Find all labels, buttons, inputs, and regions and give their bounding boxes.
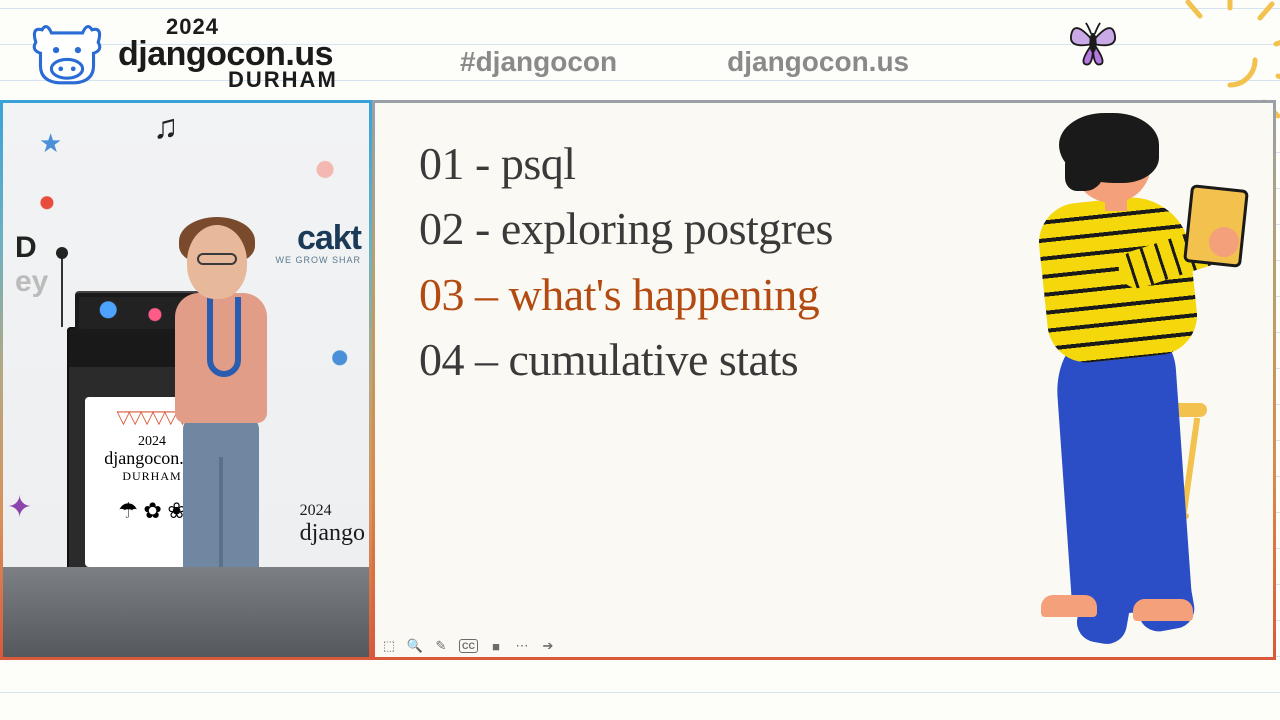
- camera-icon[interactable]: ■: [488, 639, 504, 653]
- more-icon[interactable]: ⋯: [514, 639, 530, 653]
- slide: 01 - psql 02 - exploring postgres 03 – w…: [372, 100, 1276, 660]
- star-icon: ★: [39, 129, 62, 159]
- next-slide-icon[interactable]: ➔: [540, 639, 556, 653]
- microphone-icon: [61, 257, 63, 327]
- bull-icon: [28, 18, 106, 90]
- hashtag: #djangocon: [460, 46, 617, 78]
- sponsor-right-sub: WE GROW SHAR: [276, 255, 362, 265]
- pointer-icon[interactable]: ⬚: [381, 639, 397, 653]
- pen-icon[interactable]: ✎: [433, 639, 449, 653]
- header-tags: #djangocon djangocon.us: [460, 46, 909, 78]
- butterfly-icon: [1066, 14, 1120, 68]
- logo-text: 2024 djangocon.us DURHAM: [118, 17, 338, 91]
- backdrop-logo: 2024 django: [300, 502, 365, 547]
- logo-city: DURHAM: [228, 70, 338, 91]
- speaker-video[interactable]: ★ ♫ Dey cakt WE GROW SHAR ✦ 2024 django …: [0, 100, 372, 660]
- header: 2024 djangocon.us DURHAM #djangocon djan…: [0, 0, 1280, 100]
- woman-with-tablet-illustration: [987, 143, 1247, 623]
- sparkle-icon: ✦: [7, 490, 32, 525]
- captions-button[interactable]: CC: [459, 639, 478, 653]
- site-url: djangocon.us: [727, 46, 909, 78]
- content-row: ★ ♫ Dey cakt WE GROW SHAR ✦ 2024 django …: [0, 100, 1280, 720]
- event-logo: 2024 djangocon.us DURHAM: [28, 17, 338, 91]
- sponsor-left: Dey: [15, 231, 48, 299]
- zoom-icon[interactable]: 🔍: [407, 639, 423, 653]
- stage-floor: [3, 567, 369, 657]
- slide-toolbar: ⬚ 🔍 ✎ CC ■ ⋯ ➔: [381, 639, 556, 653]
- sponsor-right: cakt: [297, 219, 361, 258]
- logo-brand: djangocon.us: [118, 38, 338, 70]
- music-note-icon: ♫: [153, 109, 179, 147]
